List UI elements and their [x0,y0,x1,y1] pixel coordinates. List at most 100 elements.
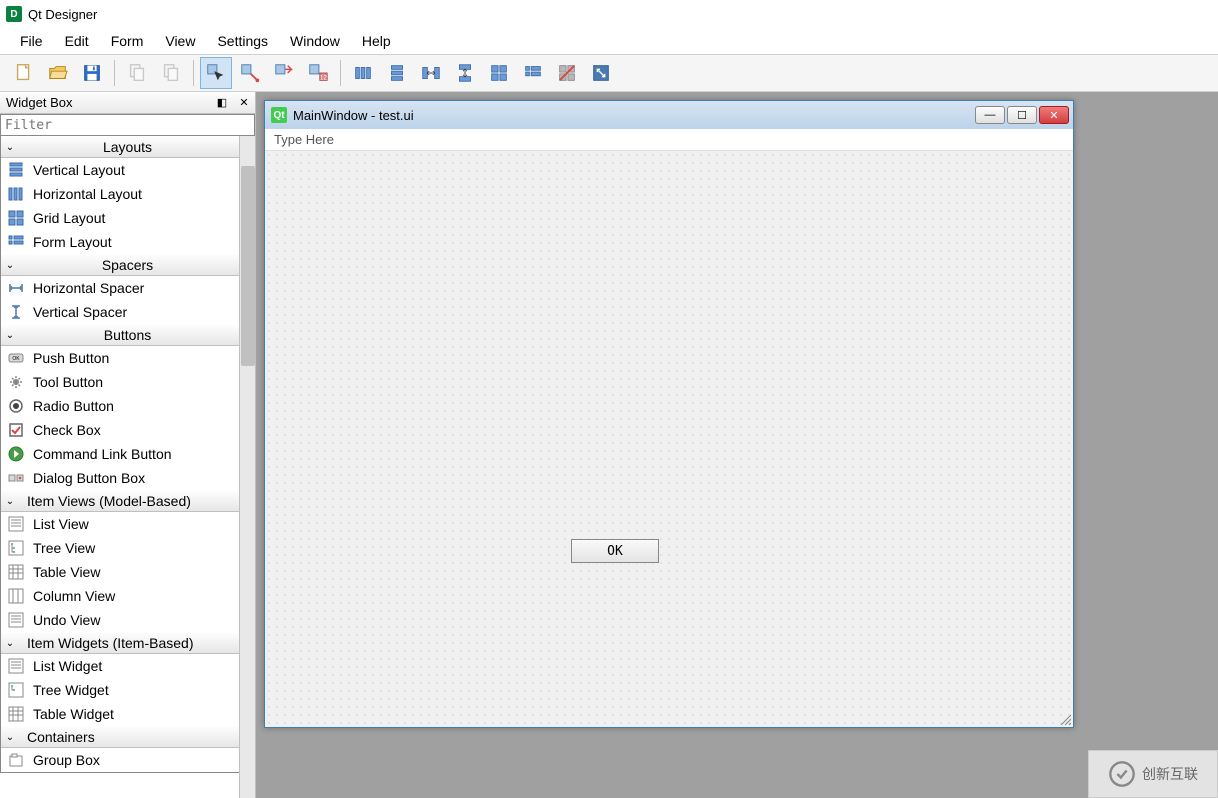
layout-vertical-button[interactable] [381,57,413,89]
widget-item[interactable]: Group Box [1,748,254,772]
chevron-down-icon: ⌄ [1,496,19,507]
menu-settings[interactable]: Settings [207,30,278,52]
paste-button[interactable] [155,57,187,89]
widget-item[interactable]: Check Box [1,418,254,442]
break-layout-button[interactable] [551,57,583,89]
chevron-down-icon: ⌄ [1,260,19,271]
widget-category-label: Item Widgets (Item-Based) [19,635,254,651]
widget-box-panel: Widget Box ◧ ✕ ⌄LayoutsVertical LayoutHo… [0,92,256,798]
widget-item-icon [7,611,25,629]
menu-help[interactable]: Help [352,30,401,52]
widget-item-label: Dialog Button Box [33,470,145,486]
widget-item[interactable]: Tool Button [1,370,254,394]
splitter-h-icon [420,62,442,84]
svg-text:OK: OK [12,356,20,362]
widget-category[interactable]: ⌄Item Widgets (Item-Based) [1,632,254,654]
widget-item[interactable]: Table Widget [1,702,254,726]
widget-item-icon [7,751,25,769]
edit-widgets-button[interactable] [200,57,232,89]
watermark-text: 创新互联 [1142,764,1198,784]
save-button[interactable] [76,57,108,89]
widget-box-filter-input[interactable] [0,114,255,136]
widget-item[interactable]: OKPush Button [1,346,254,370]
widget-item-label: Vertical Layout [33,162,125,178]
chevron-down-icon: ⌄ [1,142,19,153]
layout-v-icon [386,62,408,84]
design-window-body[interactable]: OK [265,151,1073,727]
menu-view[interactable]: View [155,30,205,52]
toolbar-separator [193,60,194,86]
layout-h-splitter-button[interactable] [415,57,447,89]
resize-grip-icon[interactable] [1059,713,1071,725]
widget-item-icon [7,185,25,203]
menu-file[interactable]: File [10,30,53,52]
menu-window[interactable]: Window [280,30,350,52]
layout-h-icon [352,62,374,84]
new-file-button[interactable] [8,57,40,89]
widget-category[interactable]: ⌄Containers [1,726,254,748]
widget-box-list[interactable]: ⌄Layouts Vertical Layout Horizontal Layout… [0,136,255,773]
widget-category[interactable]: ⌄Layouts [1,136,254,158]
widget-item-icon [7,397,25,415]
widget-item-label: List Widget [33,658,102,674]
widget-item[interactable]: Horizontal Layout [1,182,254,206]
layout-form-button[interactable] [517,57,549,89]
widget-item[interactable]: Form Layout [1,230,254,254]
widget-box-scrollbar[interactable] [239,136,255,798]
widget-item[interactable]: Tree View [1,536,254,560]
widget-item[interactable]: List Widget [1,654,254,678]
widget-item-icon [7,445,25,463]
widget-item[interactable]: Radio Button [1,394,254,418]
widget-item-label: Radio Button [33,398,114,414]
design-window-menubar[interactable]: Type Here [265,129,1073,151]
design-window-titlebar[interactable]: Qt MainWindow - test.ui — ☐ ✕ [265,101,1073,129]
menubar-type-here[interactable]: Type Here [265,129,343,150]
widget-item[interactable]: Tree Widget [1,678,254,702]
widget-item-icon [7,303,25,321]
chevron-down-icon: ⌄ [1,330,19,341]
widget-item[interactable]: Column View [1,584,254,608]
layout-grid-button[interactable] [483,57,515,89]
widget-item[interactable]: Vertical Spacer [1,300,254,324]
widget-box-close-button[interactable]: ✕ [233,92,255,114]
adjust-size-button[interactable] [585,57,617,89]
app-title-bar: D Qt Designer [0,0,1218,28]
layout-horizontal-button[interactable] [347,57,379,89]
chevron-down-icon: ⌄ [1,638,19,649]
menu-edit[interactable]: Edit [55,30,99,52]
edit-signals-button[interactable] [234,57,266,89]
edit-tab-order-button[interactable]: 12 [302,57,334,89]
window-close-button[interactable]: ✕ [1039,106,1069,124]
widget-item-label: Tree View [33,540,95,556]
widget-item[interactable]: Undo View [1,608,254,632]
widget-item[interactable]: Horizontal Spacer [1,276,254,300]
widget-item[interactable]: Grid Layout [1,206,254,230]
edit-buddies-button[interactable] [268,57,300,89]
widget-category[interactable]: ⌄Spacers [1,254,254,276]
window-maximize-button[interactable]: ☐ [1007,106,1037,124]
widget-category[interactable]: ⌄Buttons [1,324,254,346]
design-canvas-area: Qt MainWindow - test.ui — ☐ ✕ Type Here … [256,92,1218,798]
widget-item-icon [7,279,25,297]
paste-icon [160,62,182,84]
widget-item[interactable]: Command Link Button [1,442,254,466]
widget-category[interactable]: ⌄Item Views (Model-Based) [1,490,254,512]
window-minimize-button[interactable]: — [975,106,1005,124]
design-window[interactable]: Qt MainWindow - test.ui — ☐ ✕ Type Here … [264,100,1074,728]
watermark-logo: 创新互联 [1088,750,1218,798]
new-file-icon [13,62,35,84]
scrollbar-thumb[interactable] [241,166,255,366]
layout-v-splitter-button[interactable] [449,57,481,89]
widget-item[interactable]: Vertical Layout [1,158,254,182]
menu-form[interactable]: Form [101,30,154,52]
widget-item[interactable]: Table View [1,560,254,584]
open-file-button[interactable] [42,57,74,89]
layout-form-icon [522,62,544,84]
widget-item[interactable]: List View [1,512,254,536]
widget-box-float-button[interactable]: ◧ [211,92,233,114]
ok-push-button[interactable]: OK [571,539,659,563]
widget-item-icon [7,373,25,391]
widget-item-icon [7,539,25,557]
widget-item[interactable]: Dialog Button Box [1,466,254,490]
copy-button[interactable] [121,57,153,89]
